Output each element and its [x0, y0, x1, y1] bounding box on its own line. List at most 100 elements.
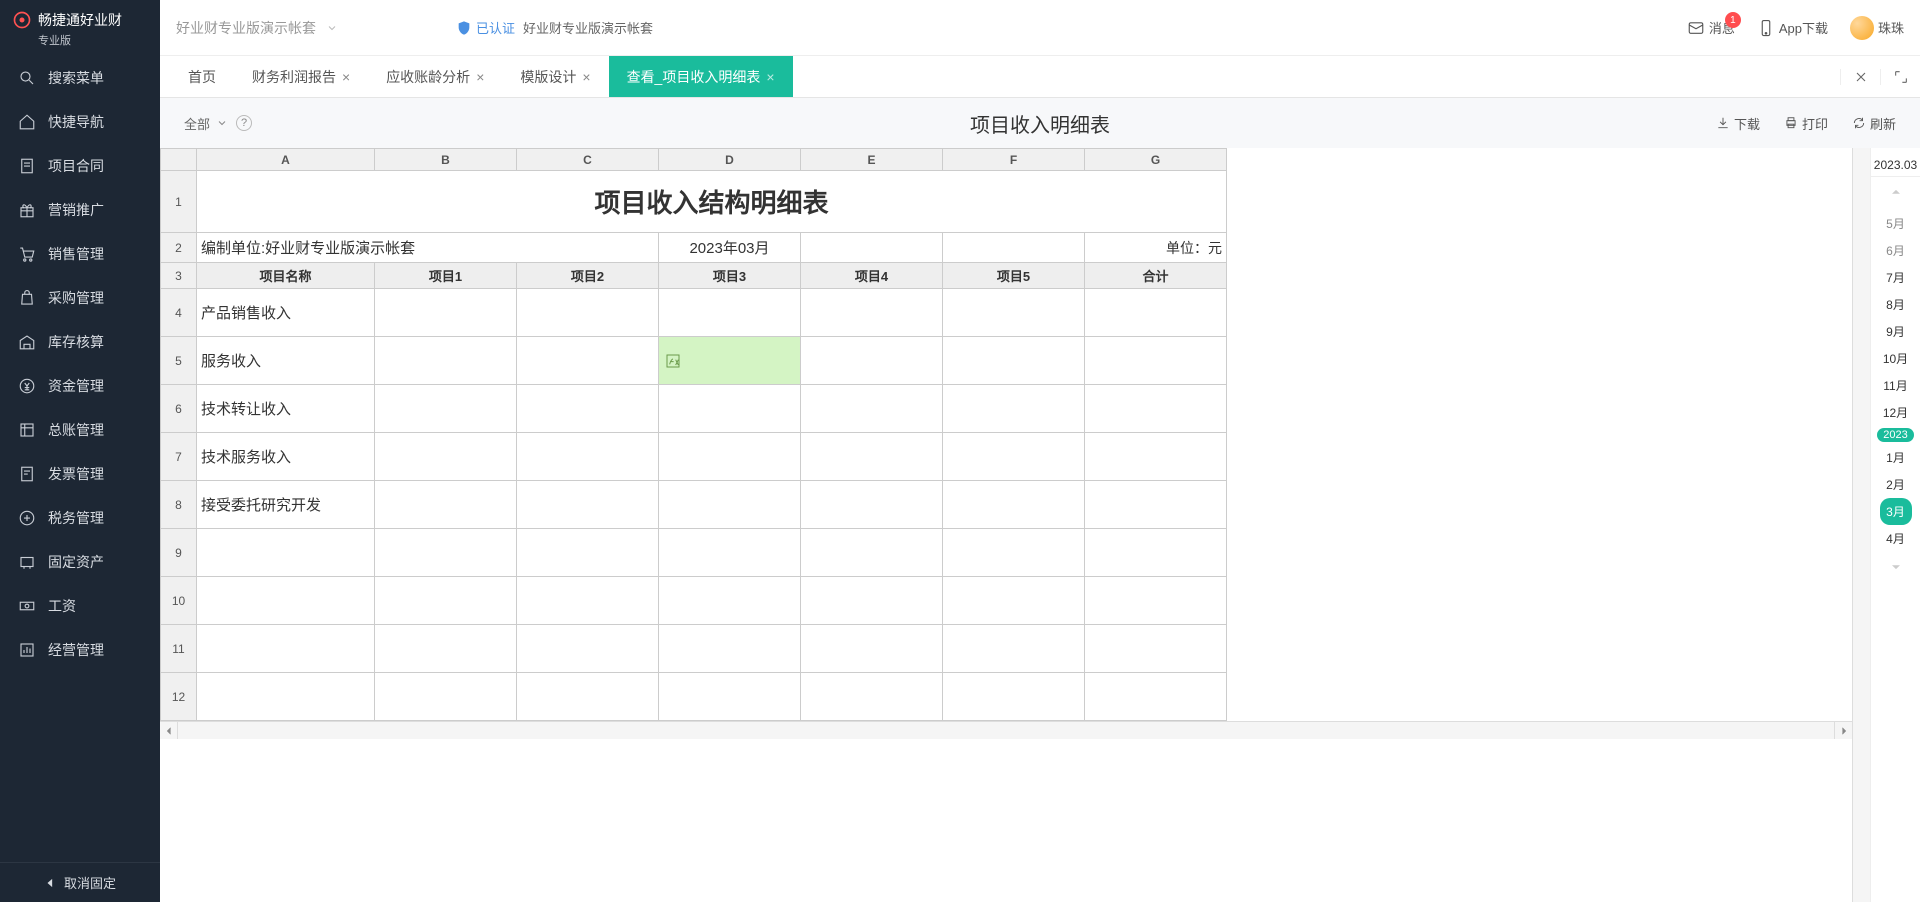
sidebar-item-3[interactable]: 营销推广 — [0, 188, 160, 232]
month-item-0[interactable]: 5月 — [1880, 210, 1912, 237]
row-header-3[interactable]: 3 — [161, 263, 197, 289]
month-down-button[interactable] — [1889, 560, 1903, 577]
cell-D6[interactable] — [659, 385, 801, 433]
tab-close-icon[interactable]: × — [476, 69, 484, 85]
month-item-3[interactable]: 8月 — [1880, 291, 1912, 318]
row-header-12[interactable]: 12 — [161, 673, 197, 721]
cell-G8[interactable] — [1085, 481, 1227, 529]
sidebar-item-8[interactable]: 总账管理 — [0, 408, 160, 452]
cell-D9[interactable] — [659, 529, 801, 577]
col-header-D[interactable]: D — [659, 149, 801, 171]
cell-B10[interactable] — [375, 577, 517, 625]
month-panel-head[interactable]: 2023.03 — [1871, 154, 1920, 177]
col-header-C[interactable]: C — [517, 149, 659, 171]
month-item-12[interactable]: 4月 — [1880, 525, 1912, 552]
cell-F8[interactable] — [943, 481, 1085, 529]
cell-E5[interactable] — [801, 337, 943, 385]
month-item-1[interactable]: 6月 — [1880, 237, 1912, 264]
sidebar-item-6[interactable]: 库存核算 — [0, 320, 160, 364]
cell-B9[interactable] — [375, 529, 517, 577]
month-item-2[interactable]: 7月 — [1880, 264, 1912, 291]
col-header-A[interactable]: A — [197, 149, 375, 171]
row-header-10[interactable]: 10 — [161, 577, 197, 625]
cell-A5[interactable]: 服务收入 — [197, 337, 375, 385]
sidebar-item-13[interactable]: 经营管理 — [0, 628, 160, 672]
tab-4[interactable]: 查看_项目收入明细表× — [609, 56, 793, 97]
cell-B7[interactable] — [375, 433, 517, 481]
cell-F6[interactable] — [943, 385, 1085, 433]
month-item-10[interactable]: 2月 — [1880, 471, 1912, 498]
sidebar-item-9[interactable]: 发票管理 — [0, 452, 160, 496]
cell-A8[interactable]: 接受委托研究开发 — [197, 481, 375, 529]
cell-F10[interactable] — [943, 577, 1085, 625]
cell-D7[interactable] — [659, 433, 801, 481]
cell-A12[interactable] — [197, 673, 375, 721]
cell-C10[interactable] — [517, 577, 659, 625]
sheet-scroll[interactable]: ABCDEFG1项目收入结构明细表2编制单位:好业财专业版演示帐套2023年03… — [160, 148, 1852, 902]
cell-D5[interactable] — [659, 337, 801, 385]
cell-G4[interactable] — [1085, 289, 1227, 337]
cell-F5[interactable] — [943, 337, 1085, 385]
cell-C9[interactable] — [517, 529, 659, 577]
cell-C6[interactable] — [517, 385, 659, 433]
col-header-E[interactable]: E — [801, 149, 943, 171]
cell-C11[interactable] — [517, 625, 659, 673]
sidebar-item-10[interactable]: 税务管理 — [0, 496, 160, 540]
year-badge[interactable]: 2023 — [1877, 428, 1913, 442]
row-header-8[interactable]: 8 — [161, 481, 197, 529]
row-header-1[interactable]: 1 — [161, 171, 197, 233]
cell-F11[interactable] — [943, 625, 1085, 673]
sidebar-item-4[interactable]: 销售管理 — [0, 232, 160, 276]
cell-G5[interactable] — [1085, 337, 1227, 385]
tab-close-icon[interactable]: × — [766, 69, 774, 85]
messages-button[interactable]: 消息 1 — [1687, 18, 1735, 37]
spreadsheet[interactable]: ABCDEFG1项目收入结构明细表2编制单位:好业财专业版演示帐套2023年03… — [160, 148, 1227, 721]
cell-G12[interactable] — [1085, 673, 1227, 721]
scroll-left-button[interactable] — [160, 722, 178, 739]
cell-A6[interactable]: 技术转让收入 — [197, 385, 375, 433]
month-up-button[interactable] — [1889, 185, 1903, 202]
sidebar-item-11[interactable]: 固定资产 — [0, 540, 160, 584]
cell-F9[interactable] — [943, 529, 1085, 577]
sidebar-unpin[interactable]: 取消固定 — [0, 862, 160, 902]
cell-B12[interactable] — [375, 673, 517, 721]
cell-B6[interactable] — [375, 385, 517, 433]
row-header-4[interactable]: 4 — [161, 289, 197, 337]
row-header-5[interactable]: 5 — [161, 337, 197, 385]
cell-E11[interactable] — [801, 625, 943, 673]
cell-G9[interactable] — [1085, 529, 1227, 577]
tabs-close-button[interactable] — [1840, 69, 1880, 85]
sidebar-item-2[interactable]: 项目合同 — [0, 144, 160, 188]
vertical-scrollbar[interactable] — [1852, 148, 1870, 902]
cell-G10[interactable] — [1085, 577, 1227, 625]
cell-F12[interactable] — [943, 673, 1085, 721]
horizontal-scrollbar[interactable] — [160, 721, 1852, 739]
col-header-B[interactable]: B — [375, 149, 517, 171]
cell-C8[interactable] — [517, 481, 659, 529]
cell-A10[interactable] — [197, 577, 375, 625]
cell-B8[interactable] — [375, 481, 517, 529]
app-download-button[interactable]: App下载 — [1757, 18, 1828, 37]
sidebar-item-7[interactable]: 资金管理 — [0, 364, 160, 408]
download-button[interactable]: 下载 — [1716, 114, 1760, 133]
month-item-7[interactable]: 12月 — [1880, 399, 1912, 426]
cell-B11[interactable] — [375, 625, 517, 673]
cell-F7[interactable] — [943, 433, 1085, 481]
sidebar-item-5[interactable]: 采购管理 — [0, 276, 160, 320]
month-item-4[interactable]: 9月 — [1880, 318, 1912, 345]
help-button[interactable]: ? — [236, 115, 252, 131]
account-selector[interactable]: 好业财专业版演示帐套 — [176, 18, 436, 38]
cell-E7[interactable] — [801, 433, 943, 481]
cell-G7[interactable] — [1085, 433, 1227, 481]
col-header-G[interactable]: G — [1085, 149, 1227, 171]
cell-E9[interactable] — [801, 529, 943, 577]
row-header-2[interactable]: 2 — [161, 233, 197, 263]
refresh-button[interactable]: 刷新 — [1852, 114, 1896, 133]
cell-D8[interactable] — [659, 481, 801, 529]
row-header-11[interactable]: 11 — [161, 625, 197, 673]
cell-E10[interactable] — [801, 577, 943, 625]
filter-dropdown[interactable]: 全部 — [184, 114, 228, 133]
row-header-7[interactable]: 7 — [161, 433, 197, 481]
cell-A11[interactable] — [197, 625, 375, 673]
cell-E4[interactable] — [801, 289, 943, 337]
